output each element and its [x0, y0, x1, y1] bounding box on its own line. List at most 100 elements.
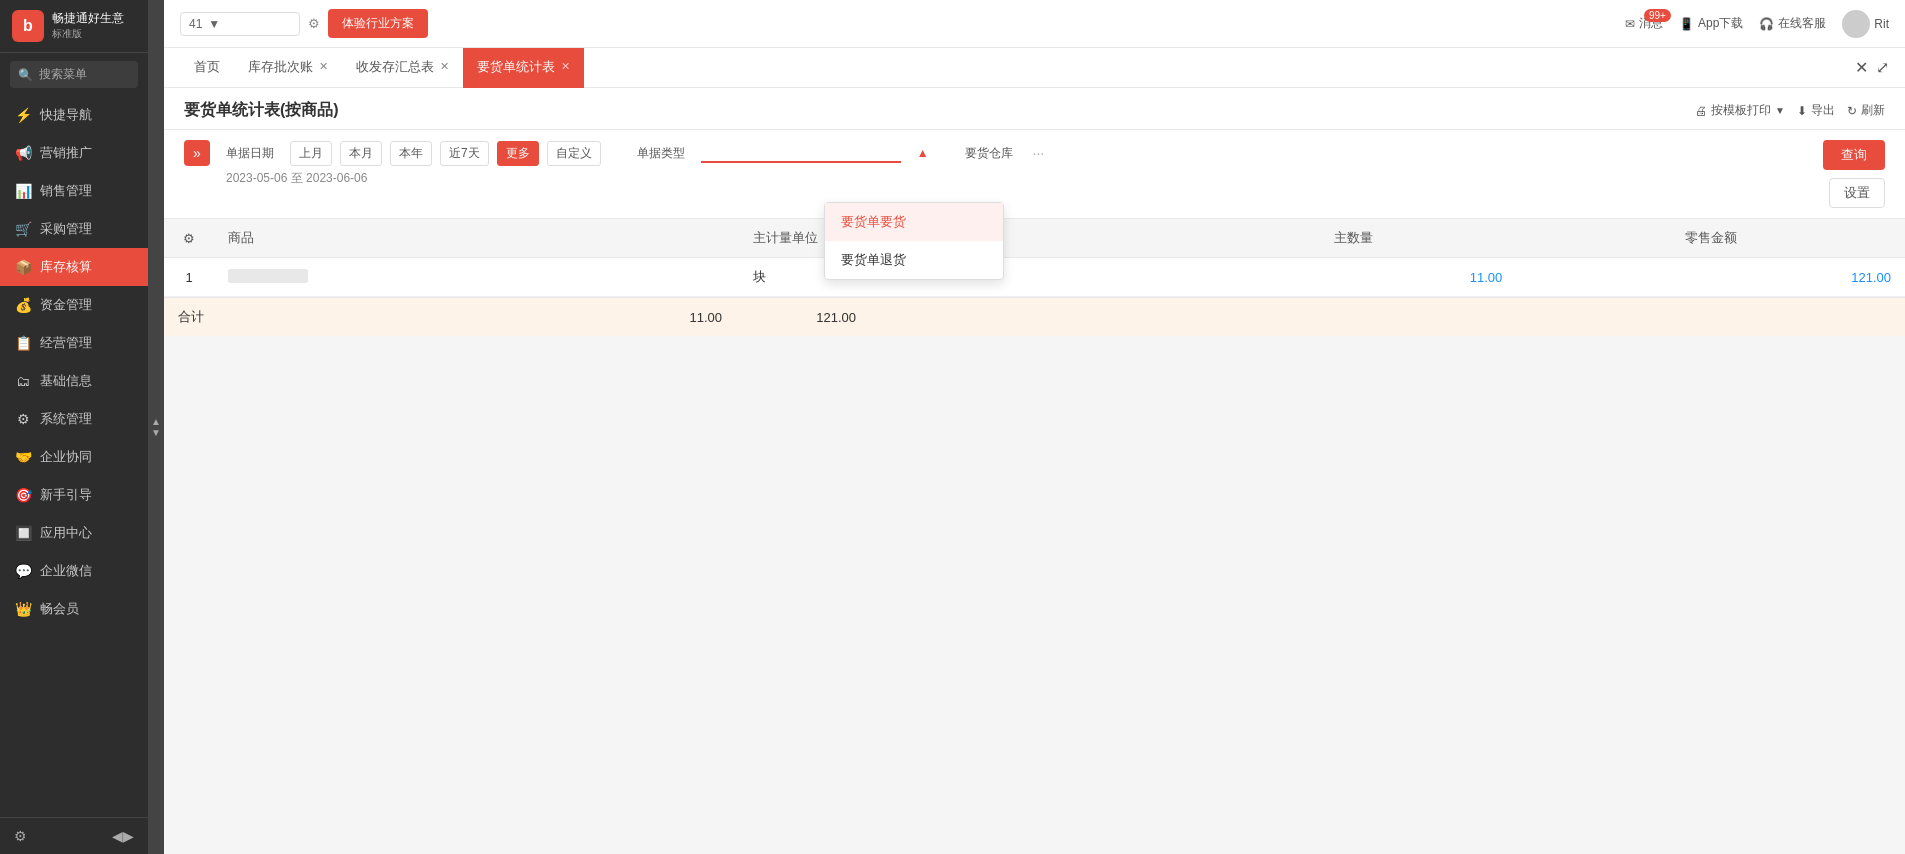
sidebar-item-label: 销售管理 — [40, 182, 92, 200]
date-btn-more[interactable]: 更多 — [497, 141, 539, 166]
marketing-icon: 📢 — [14, 145, 32, 161]
sidebar-logo: b 畅捷通好生意 标准版 — [0, 0, 148, 53]
date-btn-last-month[interactable]: 上月 — [290, 141, 332, 166]
page-header-actions: 🖨 按模板打印 ▼ ⬇ 导出 ↻ 刷新 — [1695, 102, 1885, 119]
amount-link[interactable]: 121.00 — [1851, 270, 1891, 285]
sidebar-item-basic[interactable]: 🗂 基础信息 — [0, 362, 148, 400]
trial-button[interactable]: 体验行业方案 — [328, 9, 428, 38]
apps-icon: 🔲 — [14, 525, 32, 541]
sidebar-search[interactable]: 🔍 搜索菜单 — [10, 61, 138, 88]
sales-icon: 📊 — [14, 183, 32, 199]
col-settings[interactable]: ⚙ — [164, 219, 214, 258]
operation-icon: 📋 — [14, 335, 32, 351]
export-button[interactable]: ⬇ 导出 — [1797, 102, 1835, 119]
sidebar-item-guide[interactable]: 🎯 新手引导 — [0, 476, 148, 514]
refresh-button[interactable]: ↻ 刷新 — [1847, 102, 1885, 119]
table-header-row: ⚙ 商品 主计量单位 主数量 零售金额 — [164, 219, 1905, 258]
sidebar-item-wechat[interactable]: 💬 企业微信 — [0, 552, 148, 590]
footer-label: 合计 — [178, 308, 468, 326]
app-download-button[interactable]: 📱 App下载 — [1679, 15, 1743, 32]
sidebar: b 畅捷通好生意 标准版 🔍 搜索菜单 ⚡ 快捷导航 📢 营销推广 📊 销售管理… — [0, 0, 148, 854]
batch-tab-close[interactable]: ✕ — [319, 60, 328, 73]
tabbar: 首页 库存批次账 ✕ 收发存汇总表 ✕ 要货单统计表 ✕ ✕ ⤢ — [164, 48, 1905, 88]
print-button[interactable]: 🖨 按模板打印 ▼ — [1695, 102, 1785, 119]
summary-tab-label: 收发存汇总表 — [356, 58, 434, 76]
store-selector[interactable]: 41 ▼ — [180, 12, 300, 36]
filter-toggle-btn[interactable]: » — [184, 140, 210, 166]
print-label: 按模板打印 — [1711, 102, 1771, 119]
user-name: Rit — [1874, 17, 1889, 31]
tab-expand-icon[interactable]: ⤢ — [1876, 58, 1889, 77]
filter-right: 查询 设置 — [1823, 140, 1885, 208]
tab-batch[interactable]: 库存批次账 ✕ — [234, 48, 342, 88]
sidebar-nav: ⚡ 快捷导航 📢 营销推广 📊 销售管理 🛒 采购管理 📦 库存核算 💰 资金管… — [0, 96, 148, 817]
topbar-left: 41 ▼ ⚙ 体验行业方案 — [180, 9, 1613, 38]
dropdown-option-order-goods-label: 要货单要货 — [841, 214, 906, 229]
refresh-label: 刷新 — [1861, 102, 1885, 119]
settings-icon[interactable]: ⚙ — [308, 16, 320, 31]
sidebar-item-purchase[interactable]: 🛒 采购管理 — [0, 210, 148, 248]
order-stat-tab-label: 要货单统计表 — [477, 58, 555, 76]
sidebar-item-collab[interactable]: 🤝 企业协同 — [0, 438, 148, 476]
online-service-button[interactable]: 🎧 在线客服 — [1759, 15, 1826, 32]
sidebar-item-system[interactable]: ⚙ 系统管理 — [0, 400, 148, 438]
sidebar-item-quick-nav[interactable]: ⚡ 快捷导航 — [0, 96, 148, 134]
main-table: ⚙ 商品 主计量单位 主数量 零售金额 1 — [164, 219, 1905, 297]
quick-nav-icon: ⚡ — [14, 107, 32, 123]
sidebar-item-inventory[interactable]: 📦 库存核算 — [0, 248, 148, 286]
messages-button[interactable]: ✉ 消息 99+ — [1625, 15, 1663, 32]
sidebar-item-label: 畅会员 — [40, 600, 79, 618]
user-avatar[interactable]: Rit — [1842, 10, 1889, 38]
tab-close-all-icon[interactable]: ✕ — [1855, 58, 1868, 77]
sidebar-item-finance[interactable]: 💰 资金管理 — [0, 286, 148, 324]
quantity-link[interactable]: 11.00 — [1470, 270, 1503, 285]
summary-tab-close[interactable]: ✕ — [440, 60, 449, 73]
date-btn-last-7-days[interactable]: 近7天 — [440, 141, 489, 166]
date-btn-custom[interactable]: 自定义 — [547, 141, 601, 166]
table-row: 1 块 11.00 121.00 — [164, 258, 1905, 297]
search-icon: 🔍 — [18, 68, 33, 82]
cell-amount: 121.00 — [1516, 258, 1905, 297]
query-button[interactable]: 查询 — [1823, 140, 1885, 170]
guide-icon: 🎯 — [14, 487, 32, 503]
sidebar-item-sales[interactable]: 📊 销售管理 — [0, 172, 148, 210]
sidebar-item-apps[interactable]: 🔲 应用中心 — [0, 514, 148, 552]
filter-chevron-icon: » — [193, 145, 201, 161]
settings-footer-icon[interactable]: ⚙ — [14, 828, 27, 844]
date-btn-this-year[interactable]: 本年 — [390, 141, 432, 166]
store-dropdown-icon: ▼ — [208, 17, 220, 31]
sidebar-item-members[interactable]: 👑 畅会员 — [0, 590, 148, 628]
dropdown-option-order-goods[interactable]: 要货单要货 — [825, 203, 1003, 241]
col-quantity: 主数量 — [1191, 219, 1517, 258]
page-title: 要货单统计表(按商品) — [184, 100, 339, 121]
type-dropdown: 要货单要货 要货单退货 — [824, 202, 1004, 280]
order-stat-tab-close[interactable]: ✕ — [561, 60, 570, 73]
warehouse-more-icon[interactable]: ··· — [1033, 145, 1045, 161]
type-filter-input[interactable] — [701, 143, 901, 163]
cell-quantity: 11.00 — [1191, 258, 1517, 297]
sidebar-scroll-button[interactable]: ▲▼ — [148, 0, 164, 854]
tab-summary[interactable]: 收发存汇总表 ✕ — [342, 48, 463, 88]
system-icon: ⚙ — [14, 411, 32, 427]
date-range-display: 2023-05-06 至 2023-06-06 — [226, 171, 367, 185]
sidebar-item-label: 应用中心 — [40, 524, 92, 542]
col-amount: 零售金额 — [1516, 219, 1905, 258]
sidebar-item-operation[interactable]: 📋 经营管理 — [0, 324, 148, 362]
warehouse-filter-label: 要货仓库 — [965, 145, 1013, 162]
settings-button[interactable]: 设置 — [1829, 178, 1885, 208]
tab-order-stat[interactable]: 要货单统计表 ✕ — [463, 48, 584, 88]
dropdown-option-return-goods[interactable]: 要货单退货 — [825, 241, 1003, 279]
date-btn-this-month[interactable]: 本月 — [340, 141, 382, 166]
type-filter-dropdown-icon[interactable]: ▲ — [917, 146, 929, 160]
export-icon: ⬇ — [1797, 104, 1807, 118]
page-header: 要货单统计表(按商品) 🖨 按模板打印 ▼ ⬇ 导出 ↻ 刷新 — [164, 88, 1905, 130]
sidebar-item-label: 资金管理 — [40, 296, 92, 314]
sidebar-item-label: 经营管理 — [40, 334, 92, 352]
store-id: 41 — [189, 17, 202, 31]
main-area: 41 ▼ ⚙ 体验行业方案 ✉ 消息 99+ 📱 App下载 🎧 在线客服 R — [164, 0, 1905, 854]
tab-home[interactable]: 首页 — [180, 48, 234, 88]
table-container: ⚙ 商品 主计量单位 主数量 零售金额 1 — [164, 219, 1905, 297]
table-footer: 合计 11.00 121.00 — [164, 297, 1905, 336]
collapse-footer-icon[interactable]: ◀▶ — [112, 828, 134, 844]
sidebar-item-marketing[interactable]: 📢 营销推广 — [0, 134, 148, 172]
